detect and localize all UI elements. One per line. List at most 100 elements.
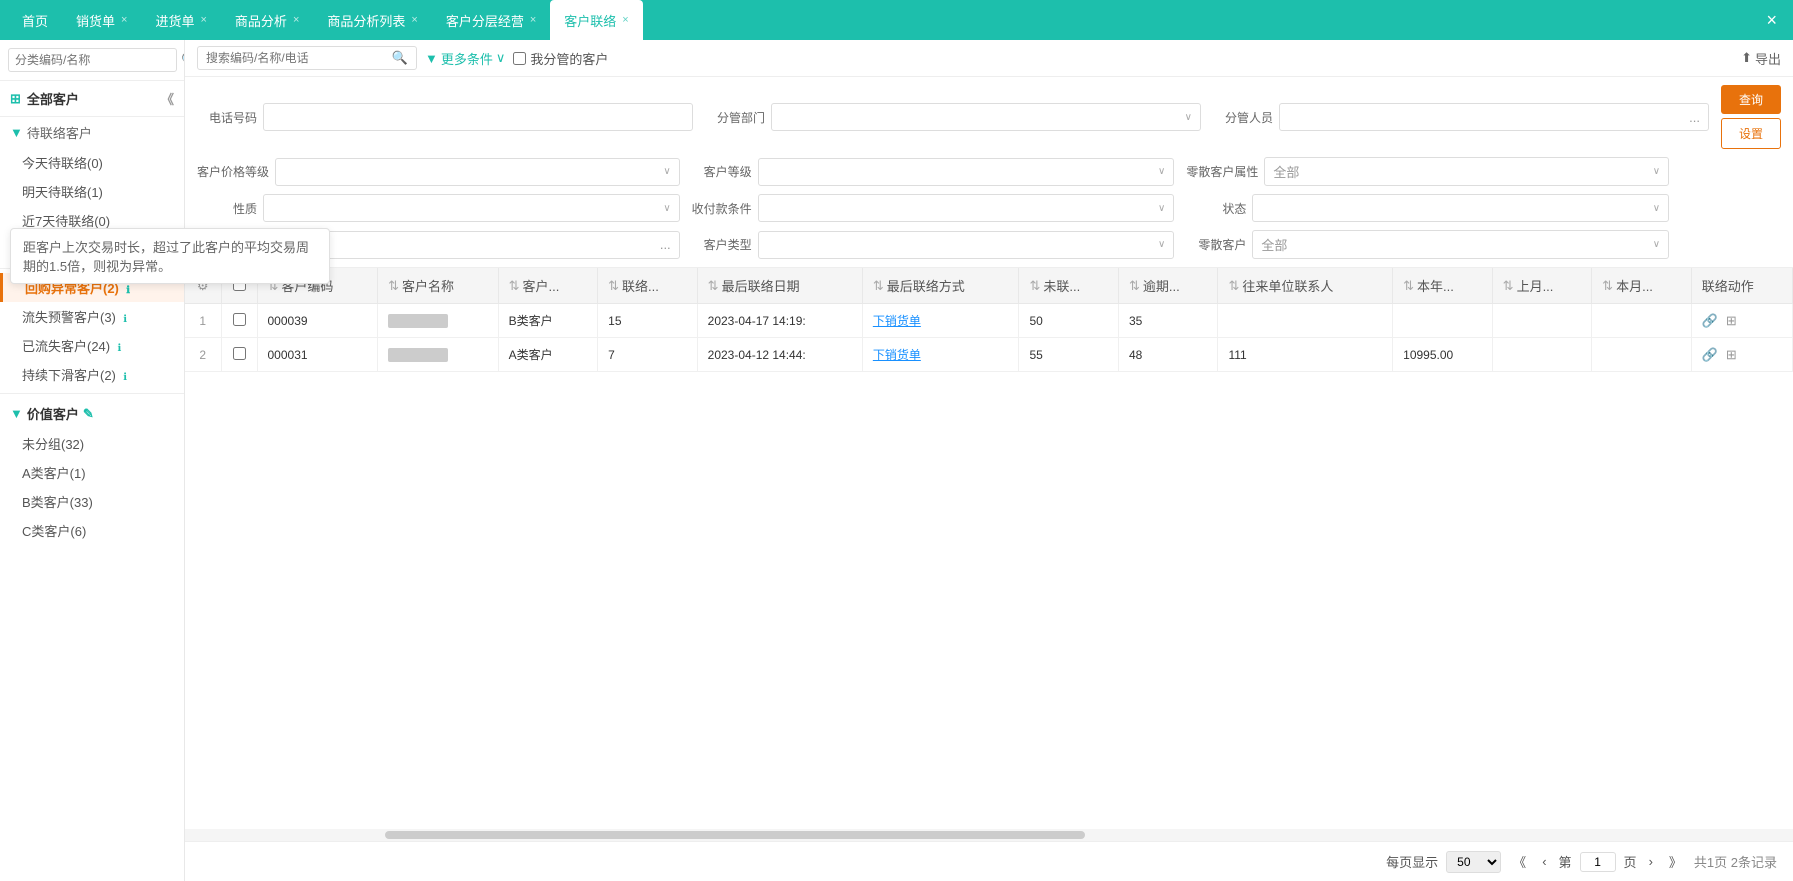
scroll-thumb[interactable] (385, 831, 1085, 839)
action-icons: 🔗 ⊞ (1702, 313, 1782, 329)
pending-contact-group-title[interactable]: ▼ 待联络客户 (0, 117, 184, 148)
link-icon[interactable]: 🔗 (1702, 347, 1718, 363)
row-this-year (1393, 304, 1493, 338)
export-button[interactable]: ⬆ 导出 (1741, 49, 1781, 68)
row-select-checkbox[interactable] (233, 313, 246, 326)
sidebar-item-already-lost[interactable]: 已流失客户(24) ℹ (0, 331, 184, 360)
customer-level-label: 客户等级 (692, 163, 752, 180)
sort-icon[interactable]: ⇅ (1029, 278, 1040, 294)
total-info: 共1页 2条记录 (1694, 852, 1777, 871)
window-close-button[interactable]: × (1758, 10, 1785, 31)
tab-purchase-order[interactable]: 进货单 × (141, 0, 220, 40)
customer-level-select[interactable]: ∨ (758, 158, 1175, 186)
tab-sales-order[interactable]: 销货单 × (62, 0, 141, 40)
retail-attr-select[interactable]: 全部 ∨ (1264, 157, 1669, 186)
sort-icon[interactable]: ⇅ (388, 278, 399, 294)
row-last-date: 2023-04-17 14:19: (697, 304, 862, 338)
info-icon: ℹ (126, 285, 130, 296)
more-conditions-button[interactable]: ▼ 更多条件 ∨ (425, 49, 505, 68)
tab-customer-contact[interactable]: 客户联络 × (550, 0, 642, 40)
edit-icon[interactable]: ✎ (83, 406, 94, 422)
pagination: 每页显示 50 100 200 《 ‹ 第 页 › 》 共1页 2条记录 (185, 841, 1793, 881)
dept-select[interactable]: ∨ (771, 103, 1201, 131)
status-select[interactable]: ∨ (1252, 194, 1669, 222)
row-name (378, 304, 499, 338)
row-contact: 15 (598, 304, 698, 338)
grid-action-icon[interactable]: ⊞ (1726, 347, 1737, 363)
my-customer-checkbox-area[interactable]: 我分管的客户 (513, 49, 608, 68)
retail-customer-select[interactable]: 全部 ∨ (1252, 230, 1669, 259)
sidebar-item-ungrouped[interactable]: 未分组(32) (0, 429, 184, 458)
filter-field-status: 状态 ∨ (1186, 194, 1669, 222)
value-customer-title[interactable]: ▼ 价值客户 ✎ (0, 398, 184, 429)
nature-select[interactable]: ∨ (263, 194, 680, 222)
sort-icon[interactable]: ⇅ (1403, 278, 1414, 294)
horizontal-scrollbar[interactable] (185, 829, 1793, 841)
sidebar-item-c-class[interactable]: C类客户(6) (0, 516, 184, 545)
tab-product-analysis-list[interactable]: 商品分析列表 × (313, 0, 431, 40)
price-level-select[interactable]: ∨ (275, 158, 680, 186)
close-icon[interactable]: × (530, 14, 536, 26)
row-checkbox[interactable] (221, 304, 257, 338)
tab-product-analysis[interactable]: 商品分析 × (221, 0, 313, 40)
filter-field-retail-customer: 零散客户 全部 ∨ (1186, 230, 1669, 259)
sort-icon[interactable]: ⇅ (1228, 278, 1239, 294)
filter-field-nature: 性质 ∨ (197, 194, 680, 222)
sidebar-item-continuous-down[interactable]: 持续下滑客户(2) ℹ (0, 360, 184, 389)
sidebar-item-b-class[interactable]: B类客户(33) (0, 487, 184, 516)
manager-input[interactable]: ... (1279, 103, 1709, 131)
sort-icon[interactable]: ⇅ (509, 278, 520, 294)
first-page-button[interactable]: 《 (1509, 850, 1530, 873)
row-select-checkbox[interactable] (233, 347, 246, 360)
query-button[interactable]: 查询 (1721, 85, 1781, 114)
sort-icon[interactable]: ⇅ (708, 278, 719, 294)
payment-select[interactable]: ∨ (758, 194, 1175, 222)
row-last-method[interactable]: 下销货单 (862, 338, 1019, 372)
tab-home[interactable]: 首页 (8, 0, 62, 40)
row-contact: 7 (598, 338, 698, 372)
close-icon[interactable]: × (411, 14, 417, 26)
close-icon[interactable]: × (121, 14, 127, 26)
page-number-input[interactable] (1580, 852, 1616, 872)
grid-action-icon[interactable]: ⊞ (1726, 313, 1737, 329)
my-customer-checkbox[interactable] (513, 52, 526, 65)
row-overdue: 35 (1118, 304, 1218, 338)
sidebar-item-tomorrow[interactable]: 明天待联络(1) (0, 177, 184, 206)
sort-icon[interactable]: ⇅ (1602, 278, 1613, 294)
row-last-method[interactable]: 下销货单 (862, 304, 1019, 338)
close-icon[interactable]: × (200, 14, 206, 26)
value-customer-section: ▼ 价值客户 ✎ 未分组(32) A类客户(1) B类客户(33) C类客户(6… (0, 398, 184, 545)
link-icon[interactable]: 🔗 (1702, 313, 1718, 329)
phone-input[interactable] (263, 103, 693, 131)
settings-button[interactable]: 设置 (1721, 118, 1781, 149)
close-icon[interactable]: × (293, 14, 299, 26)
last-page-button[interactable]: 》 (1665, 850, 1686, 873)
export-icon: ⬆ (1741, 50, 1752, 66)
sidebar-item-a-class[interactable]: A类客户(1) (0, 458, 184, 487)
sort-icon[interactable]: ⇅ (1503, 278, 1514, 294)
row-checkbox[interactable] (221, 338, 257, 372)
customer-type-select[interactable]: ∨ (758, 231, 1175, 259)
search-input-wrap[interactable]: 🔍 (197, 46, 417, 70)
collapse-button[interactable]: 《 (161, 89, 174, 108)
tab-customer-segmentation[interactable]: 客户分层经营 × (432, 0, 550, 40)
sort-icon[interactable]: ⇅ (1129, 278, 1140, 294)
per-page-select[interactable]: 50 100 200 (1446, 851, 1501, 873)
chevron-down-icon: ∨ (1158, 203, 1165, 214)
sort-icon[interactable]: ⇅ (873, 278, 884, 294)
sidebar-item-today[interactable]: 今天待联络(0) (0, 148, 184, 177)
main-layout: 🔍 ⊞ 全部客户 《 ▼ 待联络客户 今天待联络(0) 明天待联络(1) 近7天… (0, 40, 1793, 881)
search-icon[interactable]: 🔍 (392, 50, 408, 66)
sidebar-item-lost-prediction[interactable]: 流失预警客户(3) ℹ (0, 302, 184, 331)
grid-icon: ⊞ (10, 91, 21, 107)
close-icon[interactable]: × (622, 14, 628, 26)
chevron-down-icon: ∨ (1185, 112, 1192, 123)
sort-icon[interactable]: ⇅ (608, 278, 619, 294)
per-page-label: 每页显示 (1386, 852, 1438, 871)
prev-page-button[interactable]: ‹ (1538, 852, 1550, 871)
row-name (378, 338, 499, 372)
sidebar-search-input[interactable] (8, 48, 177, 72)
row-this-year: 10995.00 (1393, 338, 1493, 372)
next-page-button[interactable]: › (1645, 852, 1657, 871)
main-search-input[interactable] (206, 51, 388, 65)
